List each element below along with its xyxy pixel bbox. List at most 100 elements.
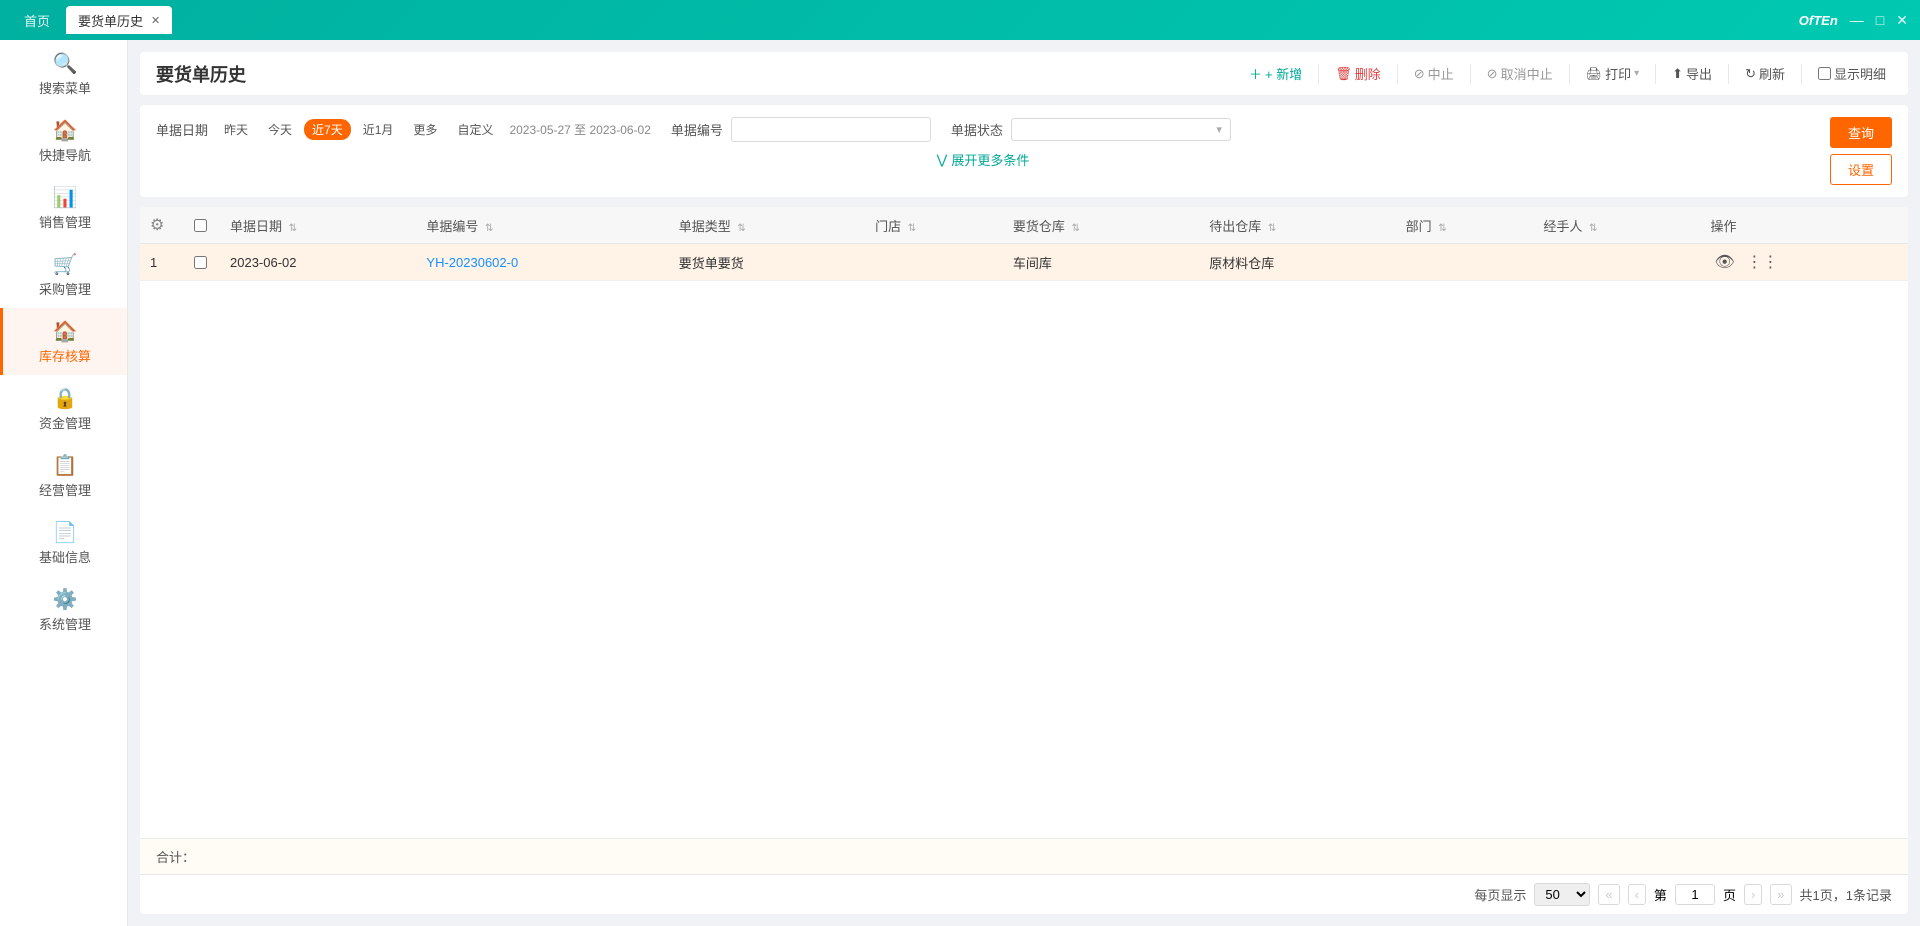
date-opt-yesterday[interactable]: 昨天	[216, 119, 256, 140]
doc-date-label: 单据日期	[156, 120, 208, 139]
row-more-button[interactable]: ⋮⋮	[1742, 252, 1782, 273]
stop-icon: ⊘	[1414, 66, 1425, 82]
cart-icon: 🛒	[53, 255, 78, 275]
minimize-icon[interactable]: —	[1850, 12, 1864, 28]
display-cell-checkbox[interactable]	[1818, 67, 1831, 80]
doc-number-label: 单据编号	[671, 120, 723, 139]
sort-icon-req-warehouse: ⇅	[1071, 223, 1079, 234]
page-size-select[interactable]: 50 10 20 100	[1534, 883, 1590, 906]
cell-doc-type: 要货单要货	[669, 244, 865, 281]
cell-index: 1	[140, 244, 180, 281]
sidebar-item-sales[interactable]: 📊 销售管理	[0, 174, 127, 241]
sidebar-item-basic-info[interactable]: 📄 基础信息	[0, 509, 127, 576]
maximize-icon[interactable]: □	[1876, 12, 1884, 28]
chart-icon: 📊	[53, 188, 78, 208]
cell-store	[865, 244, 1003, 281]
export-button[interactable]: ⬆ 导出	[1666, 60, 1718, 87]
cancel-stop-button[interactable]: ⊘ 取消中止	[1481, 60, 1559, 87]
filter-row-1: 单据日期 昨天 今天 近7天 近1月 更多 自定义 2023-05-27 至 2…	[156, 117, 1810, 142]
display-cell-button[interactable]: 显示明细	[1812, 60, 1892, 87]
top-bar-right: OfTEn — □ ✕	[1799, 12, 1908, 29]
sidebar-item-inventory[interactable]: 🏠 库存核算	[0, 308, 127, 375]
select-all-checkbox[interactable]	[194, 219, 207, 232]
filter-group-doc-status: 单据状态 ▾	[951, 118, 1231, 141]
col-out-warehouse[interactable]: 待出仓库 ⇅	[1199, 207, 1395, 244]
sidebar-item-search[interactable]: 🔍 搜索菜单	[0, 40, 127, 107]
col-department[interactable]: 部门 ⇅	[1396, 207, 1534, 244]
new-button[interactable]: ＋ + 新增	[1243, 60, 1308, 87]
expand-icon: ⋁	[937, 152, 948, 168]
filter-group-date: 单据日期 昨天 今天 近7天 近1月 更多 自定义 2023-05-27 至 2…	[156, 119, 651, 140]
document-icon: 📄	[53, 523, 78, 543]
divider	[1470, 64, 1471, 84]
table-container: ⚙ 单据日期 ⇅ 单据编号 ⇅	[140, 207, 1908, 914]
doc-status-dropdown-icon: ▾	[1216, 123, 1222, 136]
doc-status-label: 单据状态	[951, 120, 1003, 139]
refresh-button[interactable]: ↻ 刷新	[1739, 60, 1791, 87]
tab-close-icon[interactable]: ✕	[151, 14, 160, 27]
cell-doc-date: 2023-06-02	[220, 244, 416, 281]
col-doc-number[interactable]: 单据编号 ⇅	[416, 207, 668, 244]
search-icon: 🔍	[53, 54, 78, 74]
next-page-button[interactable]: ›	[1744, 884, 1762, 905]
doc-number-input[interactable]	[731, 117, 931, 142]
date-opt-more[interactable]: 更多	[405, 119, 445, 140]
doc-number-link[interactable]: YH-20230602-0	[426, 255, 518, 270]
date-filter-options: 昨天 今天 近7天 近1月 更多 自定义	[216, 119, 501, 140]
page-size-label: 每页显示	[1474, 885, 1526, 904]
page-header: 要货单历史 ＋ + 新增 🗑 删除 ⊘ 中止 ⊘	[140, 52, 1908, 95]
table-settings-icon[interactable]: ⚙	[150, 217, 164, 234]
setting-button[interactable]: 设置	[1830, 154, 1892, 185]
col-checkbox	[180, 207, 220, 244]
first-page-button[interactable]: «	[1598, 884, 1619, 905]
col-doc-date[interactable]: 单据日期 ⇅	[220, 207, 416, 244]
col-store[interactable]: 门店 ⇅	[865, 207, 1003, 244]
sort-icon-doc-number: ⇅	[485, 223, 493, 234]
sidebar-item-purchase[interactable]: 🛒 采购管理	[0, 241, 127, 308]
stop-button[interactable]: ⊘ 中止	[1408, 60, 1460, 87]
row-checkbox[interactable]	[194, 256, 207, 269]
col-handler[interactable]: 经手人 ⇅	[1533, 207, 1700, 244]
row-edit-button[interactable]: 👁	[1710, 252, 1738, 273]
sidebar-item-finance[interactable]: 🔒 资金管理	[0, 375, 127, 442]
sidebar: 🔍 搜索菜单 🏠 快捷导航 📊 销售管理 🛒 采购管理 🏠 库存核算 🔒 资金管…	[0, 40, 128, 926]
filter-area: 单据日期 昨天 今天 近7天 近1月 更多 自定义 2023-05-27 至 2…	[140, 105, 1908, 197]
prev-page-button[interactable]: ‹	[1628, 884, 1646, 905]
gear-icon: ⚙️	[53, 590, 78, 610]
pagination-bar: 每页显示 50 10 20 100 « ‹ 第 页 › » 共1页，1条记录	[140, 874, 1908, 914]
cell-handler	[1533, 244, 1700, 281]
sidebar-item-system[interactable]: ⚙️ 系统管理	[0, 576, 127, 643]
tab-home[interactable]: 首页	[12, 6, 62, 34]
cell-req-warehouse: 车间库	[1003, 244, 1199, 281]
date-opt-7days[interactable]: 近7天	[304, 119, 351, 140]
top-bar: 首页 要货单历史 ✕ OfTEn — □ ✕	[0, 0, 1920, 40]
date-opt-custom[interactable]: 自定义	[449, 119, 501, 140]
col-doc-type[interactable]: 单据类型 ⇅	[669, 207, 865, 244]
date-opt-1month[interactable]: 近1月	[355, 119, 402, 140]
cell-doc-number: YH-20230602-0	[416, 244, 668, 281]
doc-status-select[interactable]: ▾	[1011, 118, 1231, 141]
home-icon: 🏠	[53, 121, 78, 141]
sidebar-item-quick-nav[interactable]: 🏠 快捷导航	[0, 107, 127, 174]
col-settings[interactable]: ⚙	[140, 207, 180, 244]
expand-more-button[interactable]: ⋁ 展开更多条件	[156, 150, 1810, 169]
print-dropdown-icon: ▾	[1634, 68, 1639, 79]
divider	[1569, 64, 1570, 84]
sort-icon-doc-date: ⇅	[289, 223, 297, 234]
page-number-input[interactable]	[1675, 884, 1715, 905]
query-button[interactable]: 查询	[1830, 117, 1892, 148]
page-label: 页	[1723, 885, 1736, 904]
col-actions: 操作	[1700, 207, 1908, 244]
tab-doc-history[interactable]: 要货单历史 ✕	[66, 6, 172, 34]
last-page-button[interactable]: »	[1770, 884, 1791, 905]
col-req-warehouse[interactable]: 要货仓库 ⇅	[1003, 207, 1199, 244]
data-table: ⚙ 单据日期 ⇅ 单据编号 ⇅	[140, 207, 1908, 281]
date-opt-today[interactable]: 今天	[260, 119, 300, 140]
close-window-icon[interactable]: ✕	[1896, 12, 1908, 29]
delete-button[interactable]: 🗑 删除	[1329, 60, 1387, 87]
print-button[interactable]: 🖨 打印 ▾	[1580, 60, 1646, 87]
page-info: 共1页，1条记录	[1800, 885, 1892, 904]
lock-icon: 🔒	[53, 389, 78, 409]
table-header-row: ⚙ 单据日期 ⇅ 单据编号 ⇅	[140, 207, 1908, 244]
sidebar-item-operations[interactable]: 📋 经营管理	[0, 442, 127, 509]
